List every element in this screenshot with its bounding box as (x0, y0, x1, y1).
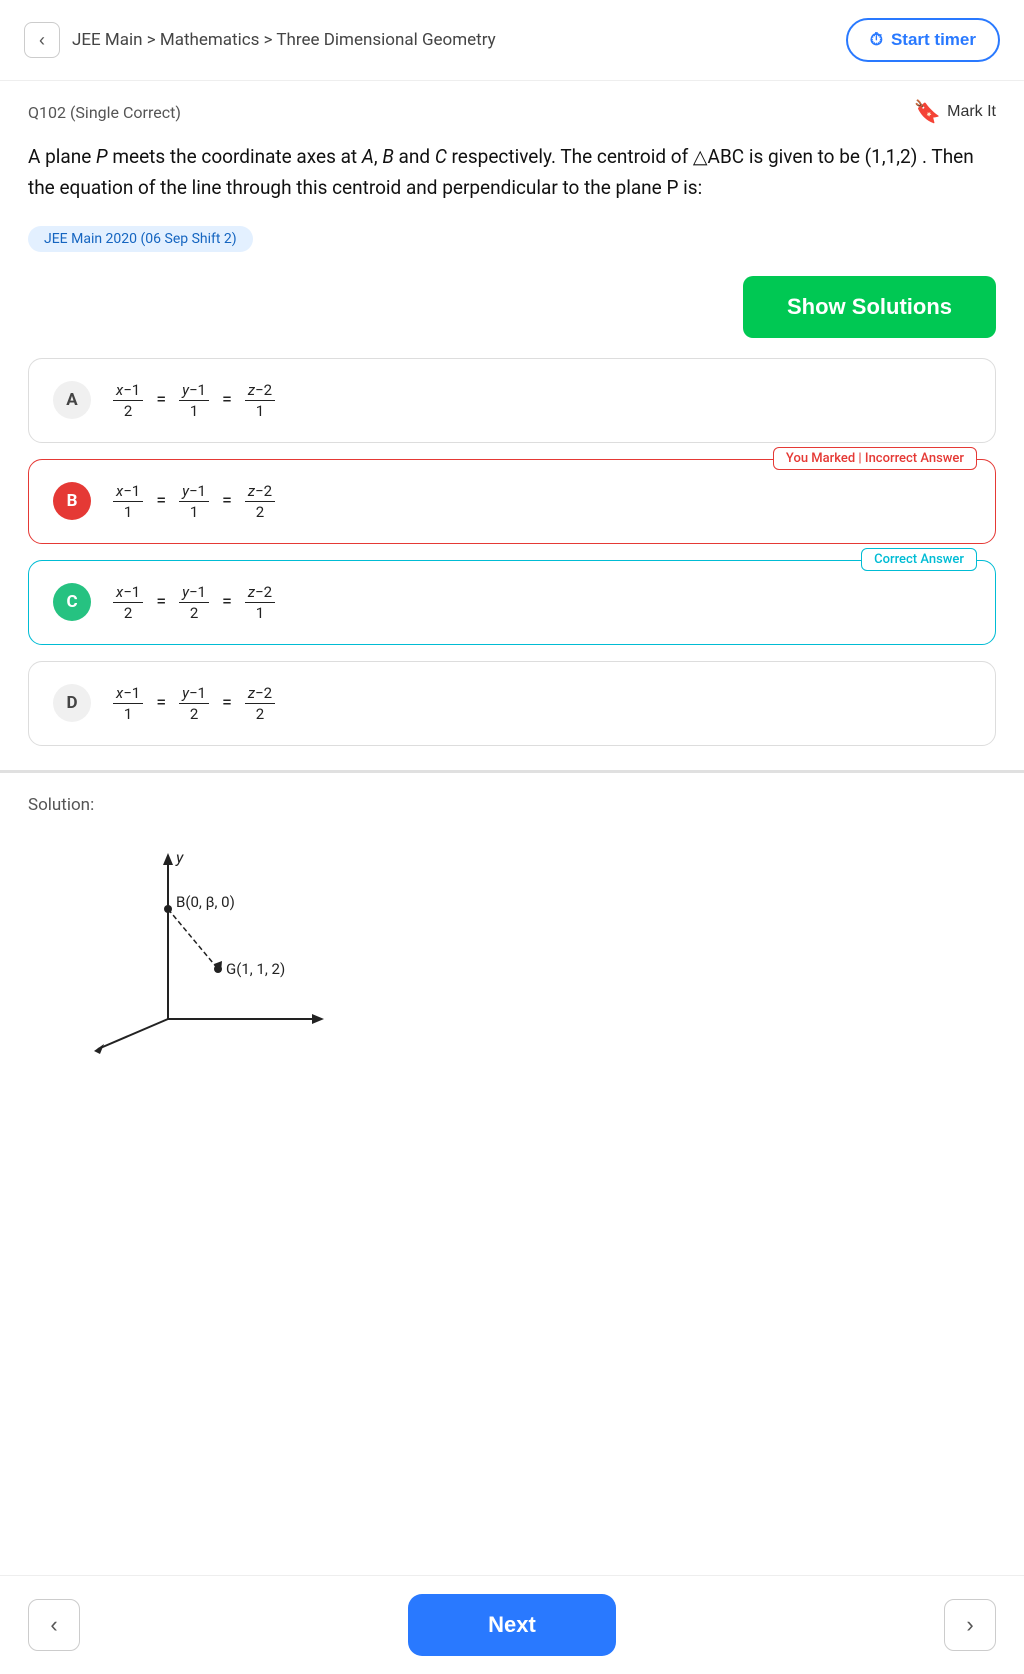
prev-button[interactable]: ‹ (28, 1599, 80, 1651)
bookmark-icon: 🔖 (914, 99, 941, 125)
show-solutions-row: Show Solutions (0, 258, 1024, 348)
option-c[interactable]: Correct Answer C x−12 = y−12 = z−21 (28, 560, 996, 645)
header-left: ‹ JEE Main > Mathematics > Three Dimensi… (24, 22, 496, 58)
options-section: A x−12 = y−11 = z−21 You Marked | Incorr… (0, 348, 1024, 756)
exam-tag: JEE Main 2020 (06 Sep Shift 2) (28, 226, 253, 252)
option-a-formula: x−12 = y−11 = z−21 (111, 381, 277, 420)
option-a[interactable]: A x−12 = y−11 = z−21 (28, 358, 996, 443)
question-label: Q102 (Single Correct) (28, 103, 181, 122)
timer-icon: ⏱ (870, 30, 883, 50)
solution-graph: y B(0, β, 0) G(1, 1, 2) (88, 839, 348, 1059)
next-arrow-button[interactable]: › (944, 1599, 996, 1651)
svg-text:y: y (175, 848, 184, 867)
option-d-badge: D (53, 684, 91, 722)
back-button[interactable]: ‹ (24, 22, 60, 58)
svg-text:G(1, 1, 2): G(1, 1, 2) (226, 960, 285, 978)
question-meta: Q102 (Single Correct) 🔖 Mark It (0, 81, 1024, 131)
breadcrumb: JEE Main > Mathematics > Three Dimension… (72, 30, 496, 50)
option-b-badge: B (53, 482, 91, 520)
mark-it-label: Mark It (947, 103, 996, 121)
start-timer-button[interactable]: ⏱ Start timer (846, 18, 1000, 62)
incorrect-answer-label: You Marked | Incorrect Answer (773, 447, 977, 470)
option-c-formula: x−12 = y−12 = z−21 (111, 583, 277, 622)
option-b[interactable]: You Marked | Incorrect Answer B x−11 = y… (28, 459, 996, 544)
next-button[interactable]: Next (408, 1594, 616, 1656)
header: ‹ JEE Main > Mathematics > Three Dimensi… (0, 0, 1024, 81)
option-a-badge: A (53, 381, 91, 419)
svg-text:B(0, β, 0): B(0, β, 0) (176, 893, 235, 911)
solution-title: Solution: (28, 795, 996, 815)
mark-it-button[interactable]: 🔖 Mark It (914, 99, 996, 125)
option-c-badge: C (53, 583, 91, 621)
timer-label: Start timer (891, 30, 976, 50)
correct-answer-label: Correct Answer (861, 548, 977, 571)
solution-diagram: y B(0, β, 0) G(1, 1, 2) (28, 829, 996, 1069)
option-d[interactable]: D x−11 = y−12 = z−22 (28, 661, 996, 746)
option-b-formula: x−11 = y−11 = z−22 (111, 482, 277, 521)
tag-row: JEE Main 2020 (06 Sep Shift 2) (0, 218, 1024, 258)
bottom-nav: ‹ Next › (0, 1575, 1024, 1674)
show-solutions-button[interactable]: Show Solutions (743, 276, 996, 338)
solution-section: Solution: y B(0, β, 0) G(1, 1, 2) (0, 770, 1024, 1089)
option-d-formula: x−11 = y−12 = z−22 (111, 684, 277, 723)
question-body: A plane P meets the coordinate axes at A… (0, 131, 1024, 218)
